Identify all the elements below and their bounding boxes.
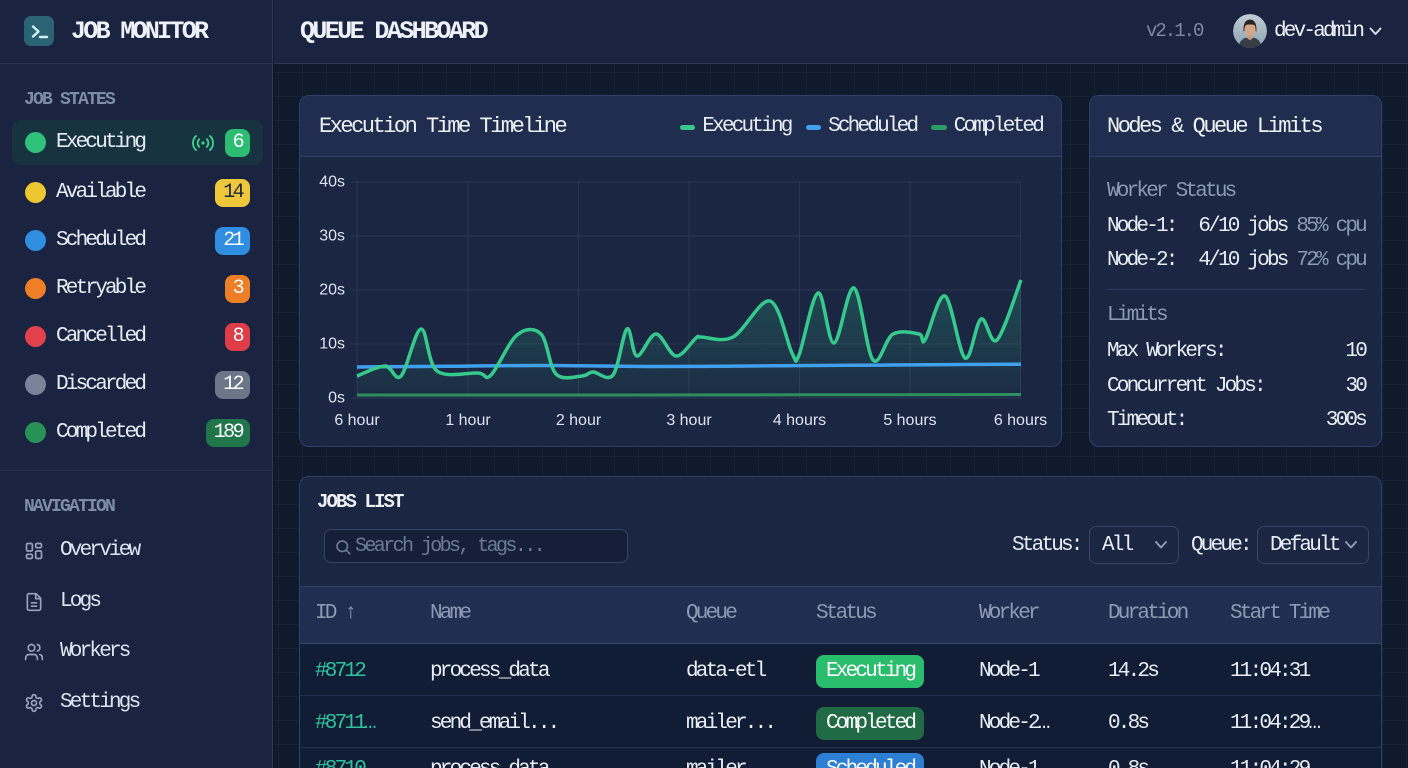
- svg-text:4 hours: 4 hours: [773, 412, 826, 429]
- svg-text:30s: 30s: [319, 228, 345, 245]
- svg-text:1 hour: 1 hour: [445, 412, 491, 429]
- svg-text:40s: 40s: [319, 174, 345, 191]
- svg-text:3 hour: 3 hour: [666, 412, 712, 429]
- svg-text:20s: 20s: [319, 282, 345, 299]
- svg-text:0s: 0s: [328, 390, 345, 407]
- svg-text:6 hours: 6 hours: [994, 412, 1047, 429]
- svg-text:10s: 10s: [319, 336, 345, 353]
- svg-text:6 hour: 6 hour: [334, 412, 380, 429]
- svg-text:2 hour: 2 hour: [556, 412, 602, 429]
- svg-text:5 hours: 5 hours: [883, 412, 936, 429]
